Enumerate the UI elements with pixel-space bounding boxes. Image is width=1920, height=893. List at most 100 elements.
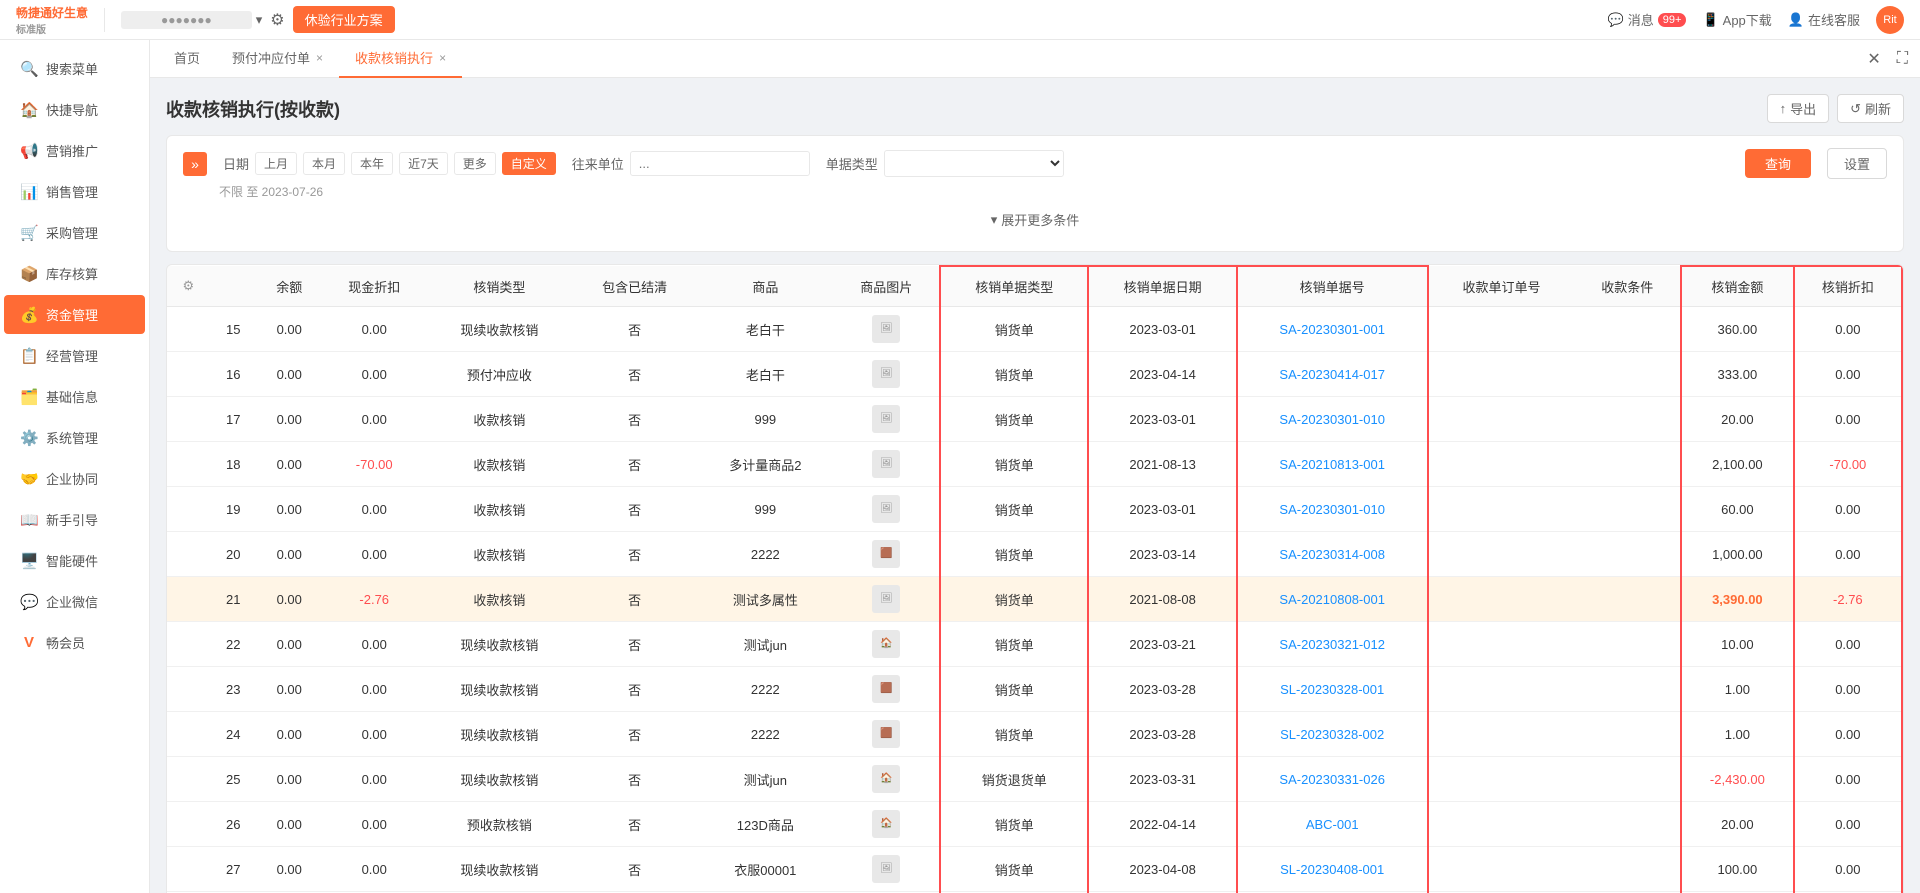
cell-collection-cond [1574,397,1681,442]
cell-cancel-bill-no[interactable]: SA-20210808-001 [1237,577,1428,622]
cell-cancel-bill-no[interactable]: SL-20230408-001 [1237,847,1428,892]
tab-home[interactable]: 首页 [158,40,216,78]
tab-collection-cancel-label: 收款核销执行 [355,48,433,67]
cell-product-image: 🖼 [833,487,940,532]
sidebar-item-hardware[interactable]: 🖥️ 智能硬件 [4,541,145,580]
cell-cancel-bill-no[interactable]: SA-20230331-026 [1237,757,1428,802]
expand-more-btn[interactable]: ▾ 展开更多条件 [183,204,1887,235]
cell-cancel-bill-no[interactable]: SA-20230301-010 [1237,487,1428,532]
cell-cash-discount: -2.76 [322,577,427,622]
cell-cancel-bill-no[interactable]: ABC-001 [1237,802,1428,847]
page-body: 收款核销执行(按收款) ↑ 导出 ↺ 刷新 » 日 [150,78,1920,893]
cell-collection-order-no [1428,442,1575,487]
cell-cancel-discount: 0.00 [1794,757,1902,802]
cell-collection-cond [1574,847,1681,892]
cell-cancel-bill-no[interactable]: SA-20230414-017 [1237,352,1428,397]
sidebar-item-inventory[interactable]: 📦 库存核算 [4,254,145,293]
sidebar-item-sys[interactable]: ⚙️ 系统管理 [4,418,145,457]
cell-cancel-bill-no[interactable]: SL-20230328-002 [1237,712,1428,757]
cancel-bill-no-link[interactable]: SA-20230301-010 [1279,502,1385,517]
date-btn-7days[interactable]: 近7天 [399,152,448,175]
cancel-bill-no-link[interactable]: SA-20230314-008 [1279,547,1385,562]
sidebar-item-collab[interactable]: 🤝 企业协同 [4,459,145,498]
cancel-bill-no-link[interactable]: SA-20210808-001 [1279,592,1385,607]
setting-btn[interactable]: 设置 [1827,148,1887,179]
sidebar-item-base[interactable]: 🗂️ 基础信息 [4,377,145,416]
export-btn[interactable]: ↑ 导出 [1767,94,1830,123]
cell-cancel-bill-no[interactable]: SA-20210813-001 [1237,442,1428,487]
bill-type-select[interactable] [884,150,1064,177]
tabs-expand-icon[interactable]: ⛶ [1893,46,1912,72]
sidebar-item-wechat[interactable]: 💬 企业微信 [4,582,145,621]
query-btn[interactable]: 查询 [1745,149,1811,178]
cell-cancel-bill-type: 销货单 [940,487,1088,532]
cell-cancel-bill-no[interactable]: SA-20230301-001 [1237,307,1428,352]
table-row: 21 0.00 -2.76 收款核销 否 测试多属性 🖼 销货单 2021-08… [167,577,1902,622]
col-gear[interactable]: ⚙ [167,266,210,307]
tabs-close-icon[interactable]: ✕ [1863,45,1884,73]
tab-collection-cancel-close[interactable]: × [439,51,446,65]
cancel-bill-no-link[interactable]: SA-20230414-017 [1279,367,1385,382]
sys-icon: ⚙️ [20,429,38,447]
date-btn-more[interactable]: 更多 [454,152,496,175]
sidebar-item-quick-nav[interactable]: 🏠 快捷导航 [4,90,145,129]
cell-seq: 18 [210,442,257,487]
industry-solution-btn[interactable]: 休验行业方案 [293,6,395,33]
gear-icon[interactable]: ⚙ [270,10,284,30]
cancel-bill-no-link[interactable]: SL-20230408-001 [1280,862,1384,877]
from-unit-input[interactable] [630,151,810,176]
cancel-bill-no-link[interactable]: SA-20230301-010 [1279,412,1385,427]
sidebar-item-sales[interactable]: 📊 销售管理 [4,172,145,211]
cell-product: 999 [697,487,833,532]
sidebar-label-purchase: 采购管理 [46,223,98,242]
cancel-bill-no-link[interactable]: SL-20230328-002 [1280,727,1384,742]
cancel-bill-no-link[interactable]: SA-20230301-001 [1279,322,1385,337]
app-icon: 📱 [1702,12,1718,28]
date-btn-this-month[interactable]: 本月 [303,152,345,175]
sidebar-item-search[interactable]: 🔍 搜索菜单 [4,49,145,88]
sidebar-item-purchase[interactable]: 🛒 采购管理 [4,213,145,252]
cell-collection-order-no [1428,532,1575,577]
sidebar-label-guide: 新手引导 [46,510,98,529]
user-avatar[interactable]: Rit [1876,6,1904,34]
cell-cash-discount: 0.00 [322,847,427,892]
filter-collapse-btn[interactable]: » [183,152,207,176]
app-download-btn[interactable]: 📱 App下载 [1702,10,1771,29]
online-service-btn[interactable]: 👤 在线客服 [1788,10,1860,29]
cell-cancel-type: 现续收款核销 [427,757,572,802]
cancel-bill-no-link[interactable]: SA-20230321-012 [1279,637,1385,652]
dropdown-icon[interactable]: ▾ [256,12,263,28]
tab-prepay[interactable]: 预付冲应付单 × [216,40,339,78]
sidebar-item-ops[interactable]: 📋 经营管理 [4,336,145,375]
cell-collection-order-no [1428,397,1575,442]
date-btn-last-month[interactable]: 上月 [255,152,297,175]
cell-cancel-bill-no[interactable]: SA-20230314-008 [1237,532,1428,577]
sidebar-item-member[interactable]: V 畅会员 [4,623,145,662]
cancel-bill-no-link[interactable]: SA-20210813-001 [1279,457,1385,472]
refresh-btn[interactable]: ↺ 刷新 [1837,94,1904,123]
date-btn-this-year[interactable]: 本年 [351,152,393,175]
sidebar-item-guide[interactable]: 📖 新手引导 [4,500,145,539]
cell-product-image: 🟫 [833,712,940,757]
table-row: 27 0.00 0.00 现续收款核销 否 衣服00001 🖼 销货单 2023… [167,847,1902,892]
notifications-btn[interactable]: 💬 消息 99+ [1608,10,1687,29]
cancel-bill-no-link[interactable]: SL-20230328-001 [1280,682,1384,697]
tab-collection-cancel[interactable]: 收款核销执行 × [339,40,462,78]
cancel-bill-no-link[interactable]: SA-20230331-026 [1279,772,1385,787]
tab-prepay-close[interactable]: × [316,51,323,65]
cell-cancel-bill-type: 销货单 [940,622,1088,667]
cell-cancel-bill-no[interactable]: SL-20230328-001 [1237,667,1428,712]
cancel-bill-no-link[interactable]: ABC-001 [1306,817,1359,832]
date-btn-custom[interactable]: 自定义 [502,152,556,175]
cell-cancel-bill-no[interactable]: SA-20230301-010 [1237,397,1428,442]
cell-included-settled: 否 [572,577,697,622]
cell-cancel-bill-no[interactable]: SA-20230321-012 [1237,622,1428,667]
date-range-text: 不限 至 2023-07-26 [219,185,323,199]
sidebar-item-finance[interactable]: 💰 资金管理 [4,295,145,334]
sidebar-item-marketing[interactable]: 📢 营销推广 [4,131,145,170]
cell-product: 2222 [697,532,833,577]
date-range-display: 不限 至 2023-07-26 [219,183,1887,200]
col-product: 商品 [697,266,833,307]
cell-cancel-discount: 0.00 [1794,532,1902,577]
table-row: 22 0.00 0.00 现续收款核销 否 测试jun 🏠 销货单 2023-0… [167,622,1902,667]
